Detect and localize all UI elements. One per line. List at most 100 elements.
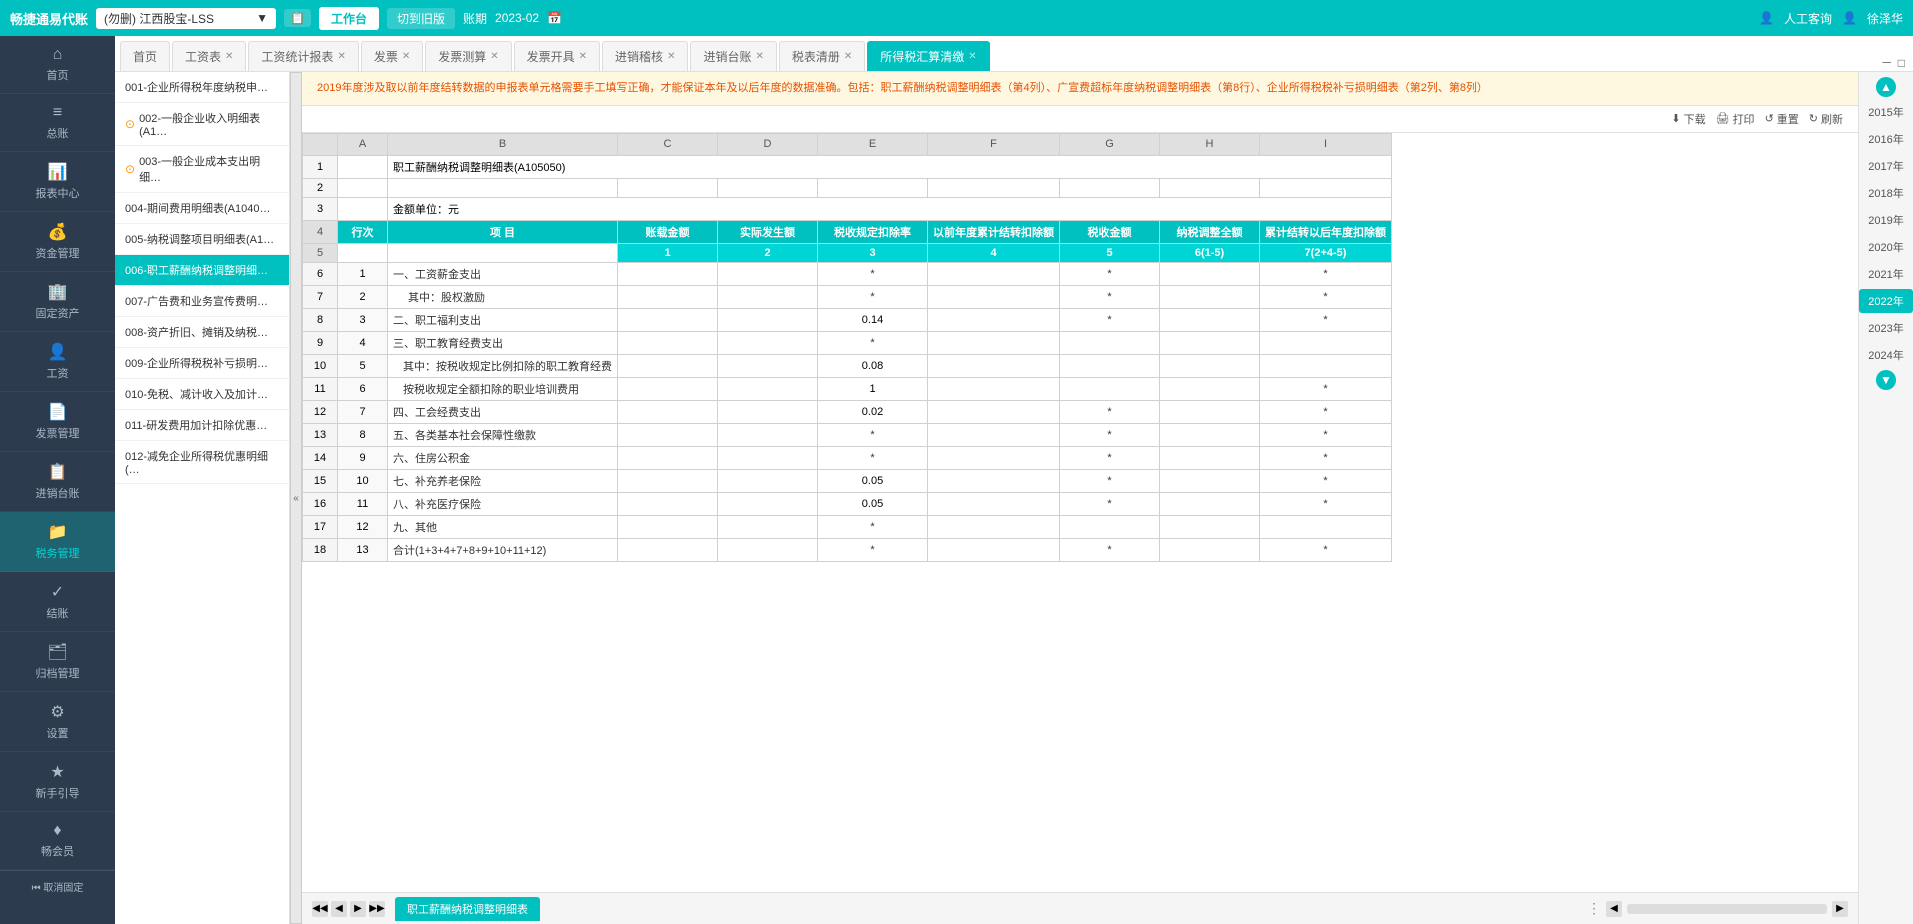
h-9[interactable] — [1160, 331, 1260, 354]
left-panel-item-012[interactable]: 012-减免企业所得税优惠明细(… — [115, 441, 289, 484]
sidebar-item-home[interactable]: ⌂ 首页 — [0, 36, 115, 94]
tab-invoice-open-close[interactable]: ✕ — [579, 51, 587, 62]
c-18[interactable] — [618, 538, 718, 561]
i-17[interactable] — [1260, 515, 1392, 538]
tab-purchase-ledger-close[interactable]: ✕ — [755, 51, 763, 62]
left-panel-item-006[interactable]: 006-职工薪酬纳税调整明细… — [115, 255, 289, 286]
d-15[interactable] — [718, 469, 818, 492]
arrow-last[interactable]: ▶▶ — [369, 901, 385, 917]
year-nav-down[interactable]: ▼ — [1876, 370, 1896, 390]
tab-invoice-calc[interactable]: 发票测算 ✕ — [425, 41, 511, 71]
c-7[interactable] — [618, 285, 718, 308]
tab-home[interactable]: 首页 — [120, 41, 170, 71]
d-6[interactable] — [718, 262, 818, 285]
tab-purchase-verify[interactable]: 进销稽核 ✕ — [602, 41, 688, 71]
d-9[interactable] — [718, 331, 818, 354]
left-panel-item-011[interactable]: 011-研发费用加计扣除优惠… — [115, 410, 289, 441]
f-6[interactable] — [928, 262, 1060, 285]
d-7[interactable] — [718, 285, 818, 308]
i-9[interactable] — [1260, 331, 1392, 354]
tab-income-tax[interactable]: 所得税汇算清缴 ✕ — [867, 41, 989, 71]
c-10[interactable] — [618, 354, 718, 377]
year-2024[interactable]: 2024年 — [1859, 343, 1913, 367]
tab-salary-close[interactable]: ✕ — [225, 51, 233, 62]
left-panel-item-004[interactable]: 004-期间费用明细表(A1040… — [115, 193, 289, 224]
h-12[interactable] — [1160, 400, 1260, 423]
f-10[interactable] — [928, 354, 1060, 377]
d-8[interactable] — [718, 308, 818, 331]
year-2022[interactable]: 2022年 — [1859, 289, 1913, 313]
d-18[interactable] — [718, 538, 818, 561]
f-15[interactable] — [928, 469, 1060, 492]
company-select[interactable]: (勿删) 江西股宝-LSS ▼ — [96, 8, 276, 29]
f-12[interactable] — [928, 400, 1060, 423]
left-panel-item-009[interactable]: 009-企业所得税税补亏损明… — [115, 348, 289, 379]
print-btn[interactable]: 🖨 打印 — [1716, 111, 1755, 127]
left-panel-item-007[interactable]: 007-广告费和业务宣传费明… — [115, 286, 289, 317]
reset-btn[interactable]: ↺ 重置 — [1765, 111, 1799, 127]
tab-tax-clearance-close[interactable]: ✕ — [844, 51, 852, 62]
sidebar-item-ledger[interactable]: ≡ 总账 — [0, 94, 115, 152]
c-9[interactable] — [618, 331, 718, 354]
i-10[interactable] — [1260, 354, 1392, 377]
sidebar-item-invoice[interactable]: 📄 发票管理 — [0, 392, 115, 452]
sidebar-item-archive[interactable]: 🗂 归档管理 — [0, 632, 115, 692]
c-15[interactable] — [618, 469, 718, 492]
calendar-icon-btn[interactable]: 📋 — [284, 9, 311, 27]
d-13[interactable] — [718, 423, 818, 446]
scroll-left-btn[interactable]: ◀ — [1606, 901, 1622, 917]
d-17[interactable] — [718, 515, 818, 538]
d-14[interactable] — [718, 446, 818, 469]
sidebar-item-assets-mgmt[interactable]: 💰 资金管理 — [0, 212, 115, 272]
g-9[interactable] — [1060, 331, 1160, 354]
f-7[interactable] — [928, 285, 1060, 308]
f-9[interactable] — [928, 331, 1060, 354]
c-12[interactable] — [618, 400, 718, 423]
left-panel-item-010[interactable]: 010-免税、减计收入及加计… — [115, 379, 289, 410]
year-2019[interactable]: 2019年 — [1859, 208, 1913, 232]
sidebar-item-sales-ledger[interactable]: 📋 进销台账 — [0, 452, 115, 512]
c-6[interactable] — [618, 262, 718, 285]
c-14[interactable] — [618, 446, 718, 469]
g-11[interactable] — [1060, 377, 1160, 400]
arrow-next[interactable]: ▶ — [350, 901, 366, 917]
h-8[interactable] — [1160, 308, 1260, 331]
g-10[interactable] — [1060, 354, 1160, 377]
year-2021[interactable]: 2021年 — [1859, 262, 1913, 286]
h-18[interactable] — [1160, 538, 1260, 561]
cancel-fixed-btn[interactable]: ⏮ 取消固定 — [0, 870, 115, 902]
d-11[interactable] — [718, 377, 818, 400]
sidebar-item-reports[interactable]: 📊 报表中心 — [0, 152, 115, 212]
d-10[interactable] — [718, 354, 818, 377]
h-13[interactable] — [1160, 423, 1260, 446]
sidebar-item-fixed-assets[interactable]: 🏢 固定资产 — [0, 272, 115, 332]
f-14[interactable] — [928, 446, 1060, 469]
download-btn[interactable]: ⬇ 下载 — [1671, 111, 1705, 127]
tab-income-tax-close[interactable]: ✕ — [968, 51, 976, 62]
support-label[interactable]: 人工客询 — [1784, 10, 1832, 27]
tab-invoice[interactable]: 发票 ✕ — [361, 41, 423, 71]
year-nav-up[interactable]: ▲ — [1876, 77, 1896, 97]
arrow-first[interactable]: ◀◀ — [312, 901, 328, 917]
f-17[interactable] — [928, 515, 1060, 538]
f-8[interactable] — [928, 308, 1060, 331]
scroll-right-btn[interactable]: ▶ — [1832, 901, 1848, 917]
g-17[interactable] — [1060, 515, 1160, 538]
d-16[interactable] — [718, 492, 818, 515]
maximize-icon[interactable]: □ — [1898, 56, 1905, 70]
h-6[interactable] — [1160, 262, 1260, 285]
tab-invoice-calc-close[interactable]: ✕ — [490, 51, 498, 62]
year-2020[interactable]: 2020年 — [1859, 235, 1913, 259]
tab-invoice-close[interactable]: ✕ — [402, 51, 410, 62]
year-2015[interactable]: 2015年 — [1859, 100, 1913, 124]
left-panel-item-002[interactable]: ⊙ 002-一般企业收入明细表(A1… — [115, 103, 289, 146]
sidebar-item-salary[interactable]: 👤 工资 — [0, 332, 115, 392]
sidebar-item-settlement[interactable]: ✓ 结账 — [0, 572, 115, 632]
left-panel-item-001[interactable]: 001-企业所得税年度纳税申… — [115, 72, 289, 103]
left-panel-item-003[interactable]: ⊙ 003-一般企业成本支出明细… — [115, 146, 289, 193]
tab-tax-clearance[interactable]: 税表清册 ✕ — [779, 41, 865, 71]
h-7[interactable] — [1160, 285, 1260, 308]
refresh-btn[interactable]: ↻ 刷新 — [1809, 111, 1843, 127]
f-18[interactable] — [928, 538, 1060, 561]
c-8[interactable] — [618, 308, 718, 331]
